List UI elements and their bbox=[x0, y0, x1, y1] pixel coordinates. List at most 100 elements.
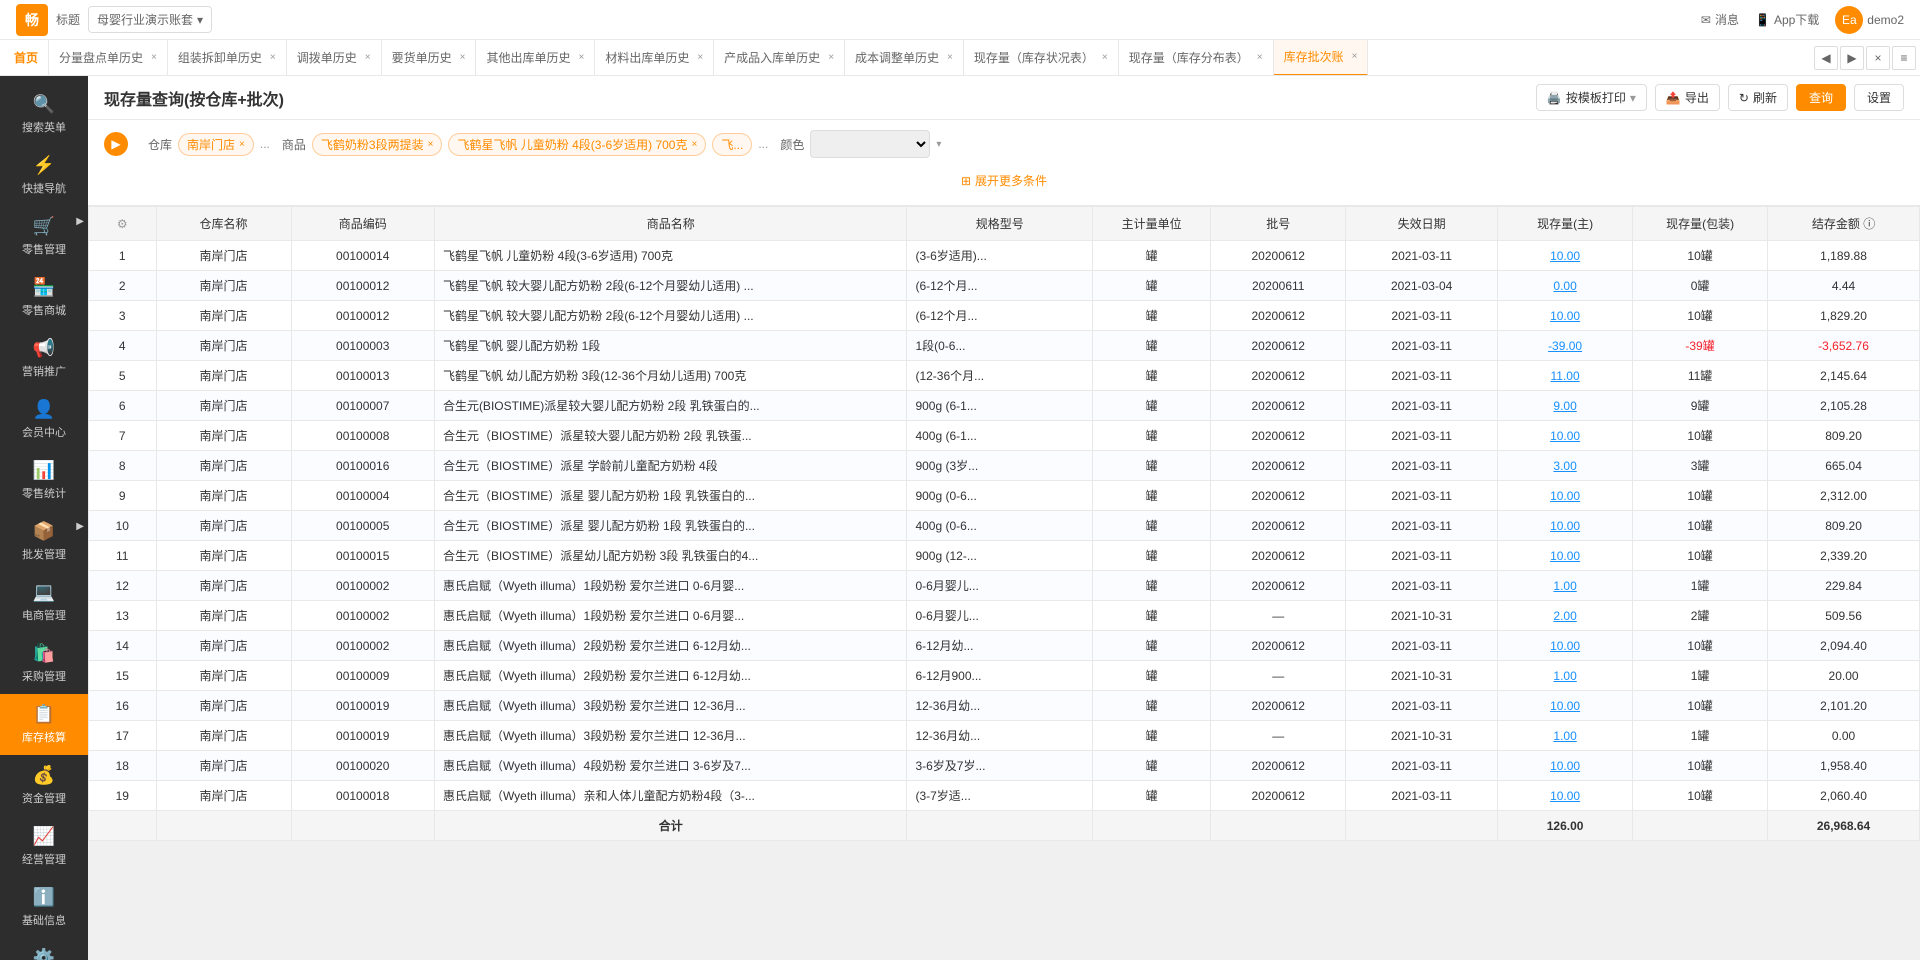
cell-qty-main[interactable]: 10.00 bbox=[1498, 691, 1633, 721]
sidebar-item-mall[interactable]: 🏪 零售商城 bbox=[0, 267, 88, 328]
sidebar-item-quicknav[interactable]: ⚡ 快捷导航 bbox=[0, 145, 88, 206]
th-qty-pkg: 现存量(包装) bbox=[1633, 207, 1768, 241]
tab-close-yaohuo[interactable]: × bbox=[460, 52, 466, 63]
warehouse-more-btn[interactable]: ... bbox=[260, 137, 270, 151]
warehouse-tag: 南岸门店 × bbox=[178, 133, 254, 156]
tab-close-kucunpici[interactable]: × bbox=[1352, 51, 1358, 62]
sidebar-item-wholesale[interactable]: 📦 批发管理 ▶ bbox=[0, 511, 88, 572]
cell-qty-main[interactable]: 1.00 bbox=[1498, 721, 1633, 751]
cell-expire: 2021-03-11 bbox=[1346, 691, 1498, 721]
cell-qty-main[interactable]: 10.00 bbox=[1498, 781, 1633, 811]
tab-kucunpici[interactable]: 库存批次账 × bbox=[1274, 40, 1369, 76]
tab-close-cailiao[interactable]: × bbox=[697, 52, 703, 63]
message-btn[interactable]: ✉ 消息 bbox=[1701, 11, 1739, 28]
cell-warehouse: 南岸门店 bbox=[156, 361, 291, 391]
export-icon: 📤 bbox=[1666, 91, 1681, 105]
cell-batch: 20200612 bbox=[1211, 511, 1346, 541]
th-unit: 主计量单位 bbox=[1093, 207, 1211, 241]
warehouse-tag-close[interactable]: × bbox=[239, 139, 245, 150]
export-btn[interactable]: 📤 导出 bbox=[1655, 84, 1720, 111]
tab-fenpan[interactable]: 分量盘点单历史 × bbox=[49, 40, 168, 76]
goods-tag-2-close[interactable]: × bbox=[691, 139, 697, 150]
sidebar-item-ecommerce[interactable]: 💻 电商管理 bbox=[0, 572, 88, 633]
industry-select[interactable]: 母婴行业演示账套 ▾ bbox=[88, 6, 212, 33]
cell-qty-main[interactable]: 3.00 bbox=[1498, 451, 1633, 481]
tab-close-xiancun1[interactable]: × bbox=[1102, 52, 1108, 63]
tab-zuzhuang[interactable]: 组装拆卸单历史 × bbox=[168, 40, 287, 76]
cell-qty-main[interactable]: 1.00 bbox=[1498, 661, 1633, 691]
query-btn[interactable]: 查询 bbox=[1796, 84, 1846, 111]
search-icon: 🔍 bbox=[33, 94, 55, 115]
cell-spec: 400g (6-1... bbox=[907, 421, 1093, 451]
cell-qty-main[interactable]: -39.00 bbox=[1498, 331, 1633, 361]
cell-no: 3 bbox=[89, 301, 157, 331]
cell-qty-main[interactable]: 1.00 bbox=[1498, 571, 1633, 601]
settings-btn[interactable]: 设置 bbox=[1854, 84, 1904, 111]
tab-close-chancheng[interactable]: × bbox=[828, 52, 834, 63]
cell-qty-pkg: 10罐 bbox=[1633, 481, 1768, 511]
tab-diaopan[interactable]: 调拨单历史 × bbox=[287, 40, 382, 76]
tab-prev-btn[interactable]: ◀ bbox=[1814, 46, 1838, 70]
app-download-btn[interactable]: 📱 App下载 bbox=[1755, 11, 1819, 28]
tab-xiancun2[interactable]: 现存量（库存分布表） × bbox=[1119, 40, 1274, 76]
table-row: 5 南岸门店 00100013 飞鹤星飞帆 幼儿配方奶粉 3段(12-36个月幼… bbox=[89, 361, 1920, 391]
tab-qita[interactable]: 其他出库单历史 × bbox=[476, 40, 595, 76]
cell-qty-main[interactable]: 10.00 bbox=[1498, 421, 1633, 451]
tab-home[interactable]: 首页 bbox=[4, 40, 49, 76]
sidebar-item-inventory[interactable]: 📋 库存核算 bbox=[0, 694, 88, 755]
sidebar-item-operations[interactable]: 📈 经营管理 bbox=[0, 816, 88, 877]
goods-more-btn[interactable]: ... bbox=[758, 137, 768, 151]
setting-icon[interactable]: ⚙ bbox=[117, 217, 128, 231]
cell-code: 00100008 bbox=[291, 421, 434, 451]
settings-label: 设置 bbox=[1867, 89, 1891, 106]
tab-chancheng[interactable]: 产成品入库单历史 × bbox=[714, 40, 845, 76]
sidebar-item-search[interactable]: 🔍 搜索英单 bbox=[0, 84, 88, 145]
goods-tag-1-close[interactable]: × bbox=[428, 139, 434, 150]
cell-batch: 20200612 bbox=[1211, 331, 1346, 361]
tab-close-diaopan[interactable]: × bbox=[365, 52, 371, 63]
sidebar-item-basic[interactable]: ℹ️ 基础信息 bbox=[0, 877, 88, 938]
tab-next-btn[interactable]: ▶ bbox=[1840, 46, 1864, 70]
filter-expand-arrow[interactable]: ▶ bbox=[104, 132, 128, 156]
cell-qty-pkg: 1罐 bbox=[1633, 721, 1768, 751]
tab-close-all-btn[interactable]: × bbox=[1866, 46, 1890, 70]
tab-close-fenpan[interactable]: × bbox=[151, 52, 157, 63]
sidebar-item-marketing[interactable]: 📢 营销推广 bbox=[0, 328, 88, 389]
cell-unit: 罐 bbox=[1093, 451, 1211, 481]
sidebar-item-finance[interactable]: 💰 资金管理 bbox=[0, 755, 88, 816]
cell-qty-main[interactable]: 10.00 bbox=[1498, 751, 1633, 781]
tab-close-chengben[interactable]: × bbox=[947, 52, 953, 63]
expand-more-btn[interactable]: ⊞ 展开更多条件 bbox=[961, 172, 1047, 189]
cell-qty-main[interactable]: 10.00 bbox=[1498, 301, 1633, 331]
cell-qty-main[interactable]: 2.00 bbox=[1498, 601, 1633, 631]
tab-cailiao[interactable]: 材料出库单历史 × bbox=[595, 40, 714, 76]
cell-qty-pkg: 10罐 bbox=[1633, 541, 1768, 571]
sidebar-item-purchase[interactable]: 🛍️ 采购管理 bbox=[0, 633, 88, 694]
cell-qty-main[interactable]: 10.00 bbox=[1498, 481, 1633, 511]
cell-qty-main[interactable]: 9.00 bbox=[1498, 391, 1633, 421]
sidebar-item-retail[interactable]: 🛒 零售管理 ▶ bbox=[0, 206, 88, 267]
color-select[interactable] bbox=[810, 130, 930, 158]
tab-close-xiancun2[interactable]: × bbox=[1257, 52, 1263, 63]
sidebar-item-system[interactable]: ⚙️ 系统管理 bbox=[0, 938, 88, 960]
sidebar-item-member[interactable]: 👤 会员中心 bbox=[0, 389, 88, 450]
cell-qty-main[interactable]: 0.00 bbox=[1498, 271, 1633, 301]
th-setting[interactable]: ⚙ bbox=[89, 207, 157, 241]
tab-yaohuo[interactable]: 要货单历史 × bbox=[382, 40, 477, 76]
tab-close-qita[interactable]: × bbox=[578, 52, 584, 63]
tab-xiancun1[interactable]: 现存量（库存状况表） × bbox=[964, 40, 1119, 76]
cell-qty-main[interactable]: 10.00 bbox=[1498, 541, 1633, 571]
cell-qty-main[interactable]: 10.00 bbox=[1498, 241, 1633, 271]
table-container[interactable]: ⚙ 仓库名称 商品编码 商品名称 规格型号 主计量单位 批号 失效日期 现存量(… bbox=[88, 206, 1920, 960]
cell-qty-main[interactable]: 10.00 bbox=[1498, 511, 1633, 541]
cell-name: 飞鹤星飞帆 较大婴儿配方奶粉 2段(6-12个月婴幼儿适用) ... bbox=[434, 271, 907, 301]
tab-close-zuzhuang[interactable]: × bbox=[270, 52, 276, 63]
tab-chengben[interactable]: 成本调整单历史 × bbox=[845, 40, 964, 76]
user-area[interactable]: Ea demo2 bbox=[1835, 6, 1904, 34]
cell-qty-main[interactable]: 11.00 bbox=[1498, 361, 1633, 391]
sidebar-item-retailstat[interactable]: 📊 零售统计 bbox=[0, 450, 88, 511]
refresh-btn[interactable]: ↻ 刷新 bbox=[1728, 84, 1788, 111]
cell-qty-main[interactable]: 10.00 bbox=[1498, 631, 1633, 661]
print-btn[interactable]: 🖨️ 按模板打印 ▾ bbox=[1536, 84, 1647, 111]
tab-menu-btn[interactable]: ≡ bbox=[1892, 46, 1916, 70]
